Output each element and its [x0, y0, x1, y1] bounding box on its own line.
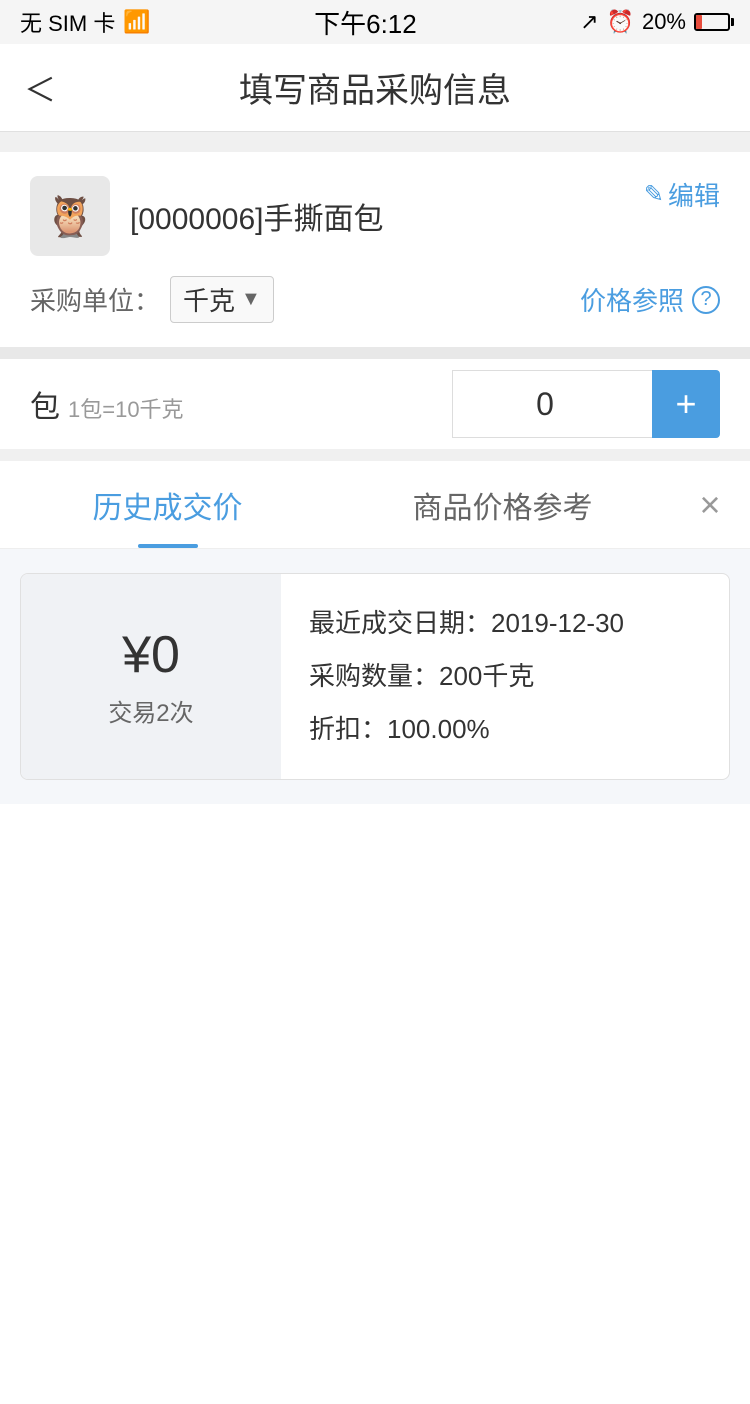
product-header: 🦉 [0000006]手撕面包 ✎ 编辑 [30, 176, 720, 256]
battery-icon [694, 13, 730, 31]
location-icon: ↗ [580, 9, 598, 35]
product-logo-icon: 🦉 [45, 193, 95, 240]
product-name: [0000006]手撕面包 [130, 194, 383, 238]
back-button[interactable]: ＜ [24, 65, 56, 111]
price-detail-quantity: 采购数量：200千克 [309, 657, 701, 696]
status-time: 下午6:12 [314, 4, 417, 41]
quantity-purchase-value: 200千克 [439, 661, 534, 691]
price-detail-discount: 折扣：100.00% [309, 710, 701, 749]
price-ref-button[interactable]: 价格参照 ? [580, 281, 720, 318]
quantity-input[interactable] [452, 370, 652, 438]
help-icon: ? [692, 286, 720, 314]
dropdown-arrow-icon: ▼ [241, 288, 261, 311]
tab-history-label: 历史成交价 [93, 483, 243, 527]
discount-value: 100.00% [387, 714, 490, 744]
sim-signal: 无 SIM 卡 [20, 6, 115, 38]
edit-icon: ✎ [644, 180, 664, 209]
price-ref-label: 价格参照 [580, 281, 684, 318]
price-left-panel: ¥0 交易2次 [21, 574, 281, 779]
unit-selector-group: 采购单位： 千克 ▼ [30, 276, 274, 323]
section-divider [0, 347, 750, 359]
tab-panel: 历史成交价 商品价格参考 × ¥0 交易2次 最近成交日期：2019-12-30… [0, 461, 750, 804]
edit-button[interactable]: ✎ 编辑 [644, 176, 720, 213]
recent-date-value: 2019-12-30 [491, 608, 624, 638]
price-card-area: ¥0 交易2次 最近成交日期：2019-12-30 采购数量：200千克 折扣：… [0, 549, 750, 804]
quantity-row: 包 1包=10千克 + [0, 359, 750, 449]
tab-close-button[interactable]: × [670, 461, 750, 548]
quantity-label: 包 1包=10千克 [30, 382, 184, 426]
unit-value: 千克 [183, 281, 235, 318]
quantity-unit: 包 [30, 382, 60, 426]
product-thumbnail: 🦉 [30, 176, 110, 256]
tab-header: 历史成交价 商品价格参考 × [0, 461, 750, 549]
battery-percent: 20% [642, 9, 686, 35]
status-left: 无 SIM 卡 📶 [20, 6, 151, 38]
edit-label: 编辑 [668, 176, 720, 213]
product-left: 🦉 [0000006]手撕面包 [30, 176, 383, 256]
wifi-icon: 📶 [123, 9, 150, 35]
price-amount: ¥0 [122, 625, 180, 685]
product-unit-row: 采购单位： 千克 ▼ 价格参照 ? [30, 276, 720, 323]
alarm-icon: ⏰ [607, 9, 634, 35]
bottom-space [0, 804, 750, 1404]
price-detail-date: 最近成交日期：2019-12-30 [309, 604, 701, 643]
unit-select[interactable]: 千克 ▼ [170, 276, 274, 323]
quantity-plus-button[interactable]: + [652, 370, 720, 438]
quantity-note: 1包=10千克 [68, 392, 184, 424]
tab-history-price[interactable]: 历史成交价 [0, 461, 335, 548]
quantity-input-group: + [452, 370, 720, 438]
status-right: ↗ ⏰ 20% [580, 9, 730, 35]
tab-active-indicator [138, 544, 198, 548]
help-icon-text: ? [700, 288, 711, 311]
price-right-panel: 最近成交日期：2019-12-30 采购数量：200千克 折扣：100.00% [281, 574, 729, 779]
status-bar: 无 SIM 卡 📶 下午6:12 ↗ ⏰ 20% [0, 0, 750, 44]
page-title: 填写商品采购信息 [239, 63, 511, 112]
product-card: 🦉 [0000006]手撕面包 ✎ 编辑 采购单位： 千克 ▼ 价格参照 ? [0, 152, 750, 347]
unit-label: 采购单位： [30, 281, 160, 318]
tab-product-label: 商品价格参考 [413, 483, 593, 527]
recent-date-label: 最近成交日期： [309, 608, 491, 638]
price-trades: 交易2次 [108, 693, 193, 728]
price-card: ¥0 交易2次 最近成交日期：2019-12-30 采购数量：200千克 折扣：… [20, 573, 730, 780]
discount-label: 折扣： [309, 714, 387, 744]
quantity-purchase-label: 采购数量： [309, 661, 439, 691]
nav-bar: ＜ 填写商品采购信息 [0, 44, 750, 132]
tab-product-price[interactable]: 商品价格参考 [335, 461, 670, 548]
